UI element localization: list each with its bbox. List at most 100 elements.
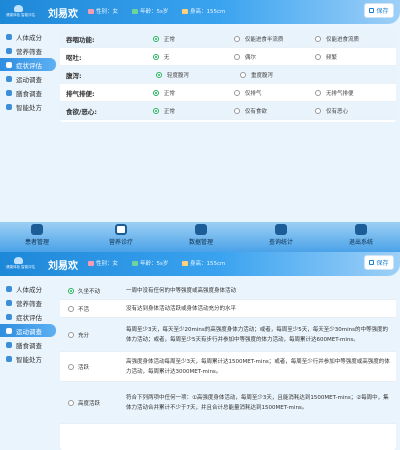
radio-button[interactable] [68, 363, 74, 370]
height-field: 身高：155cm [182, 7, 225, 15]
nav-label: 患者管理 [24, 239, 49, 246]
symptom-option[interactable]: 轻度腹泻 [156, 71, 240, 79]
patient-name: 刘易欢 [48, 261, 78, 272]
symptom-label: 食欲/恶心: [66, 107, 97, 116]
radio-button[interactable] [68, 305, 74, 312]
symptom-option[interactable]: 仅有恶心 [314, 107, 396, 115]
sidebar-item[interactable]: 营养筛查 [0, 44, 56, 57]
gender-field: 性别：女 [88, 7, 118, 15]
symptom-option[interactable]: 无 [152, 53, 234, 61]
symptom-option[interactable]: 仅能进食半流质 [233, 35, 315, 43]
sidebar-item[interactable]: 营养筛查 [0, 296, 56, 309]
symptom-option[interactable]: 仅有食欲 [233, 107, 315, 115]
activity-label: 久坐不动 [78, 288, 101, 295]
radio-button[interactable] [68, 399, 74, 406]
nav-item[interactable]: 营养诊疗 [96, 224, 146, 246]
option-label: 正常 [163, 90, 175, 97]
activity-option[interactable]: 不活 [60, 305, 116, 313]
logout-icon [355, 224, 367, 235]
sidebar-item[interactable]: 运动调查 [0, 72, 56, 85]
activity-label: 不活 [78, 306, 90, 313]
height-icon [182, 8, 188, 14]
sidebar-item[interactable]: 症状评估 [0, 58, 56, 71]
symptom-row: 呕吐: 无 偶尔 频繁 [60, 48, 396, 66]
radio-button[interactable] [156, 71, 162, 78]
activity-option[interactable]: 充分 [60, 331, 116, 339]
symptom-option[interactable]: 无排气排便 [314, 89, 396, 97]
nav-item[interactable]: 退出系统 [336, 224, 386, 246]
activity-level-list: 久坐不动 一周中没有任何的中等强度或高强度身体活动 不活 没有达到身体活动活跃或身体活… [60, 282, 396, 450]
data-icon [195, 224, 207, 235]
symptom-option[interactable]: 正常 [152, 89, 234, 97]
sidebar-item[interactable]: 智能处方 [0, 100, 56, 113]
save-button[interactable]: 保存 [364, 255, 394, 270]
option-label: 仅能进食流质 [325, 36, 359, 43]
symptom-option[interactable]: 仅排气 [233, 89, 315, 97]
save-button[interactable]: 保存 [364, 3, 394, 18]
activity-row: 久坐不动 一周中没有任何的中等强度或高强度身体活动 [60, 282, 396, 300]
height-icon [182, 260, 188, 266]
symptom-option[interactable]: 仅能进食流质 [314, 35, 396, 43]
prescription-icon [6, 103, 12, 110]
radio-button[interactable] [314, 107, 321, 114]
sidebar-item-label: 症状评估 [16, 61, 42, 70]
sidebar-item[interactable]: 膳食调查 [0, 338, 56, 351]
radio-button[interactable] [233, 53, 240, 60]
radio-button[interactable] [233, 89, 240, 96]
sidebar: 人体成分 营养筛查 症状评估 运动调查 膳食调查智能处方 [0, 282, 56, 366]
body-icon [6, 285, 12, 292]
symptom-row: 排气排便: 正常 仅排气 无排气排便 [60, 84, 396, 102]
radio-button[interactable] [233, 35, 240, 42]
symptom-row: 食欲/恶心: 正常 仅有食欲 仅有恶心 [60, 102, 396, 120]
nutrition-care-icon [115, 224, 127, 235]
edit-icon [369, 260, 375, 265]
sidebar: 人体成分 营养筛查症状评估运动调查膳食调查智能处方 [0, 30, 56, 114]
nav-item[interactable]: 数据管理 [176, 224, 226, 246]
app-logo: 健康体检 智能评估 [6, 5, 35, 19]
sidebar-item[interactable]: 运动调查 [0, 324, 56, 337]
radio-button[interactable] [152, 35, 159, 42]
activity-label: 高度活跃 [78, 400, 101, 407]
radio-button[interactable] [152, 53, 159, 60]
patient-icon [31, 224, 43, 235]
symptom-option[interactable]: 正常 [152, 35, 234, 43]
radio-button[interactable] [314, 89, 321, 96]
radio-button[interactable] [314, 53, 321, 60]
nav-item[interactable]: 患者管理 [12, 224, 62, 246]
radio-button[interactable] [233, 107, 240, 114]
activity-option[interactable]: 活跃 [60, 363, 116, 371]
activity-description: 每周至少3天，每天至少20mins的高强度身体力活动；或者，每周至少5天，每天至… [126, 326, 388, 343]
sidebar-item[interactable]: 智能处方 [0, 352, 56, 365]
nutrition-icon [6, 299, 12, 306]
top-header: 健康体检 智能评估 刘易欢 性别：女 年龄：5s岁 身高：155cm 保存 [0, 0, 400, 24]
radio-button[interactable] [68, 331, 74, 338]
sidebar-item-label: 智能处方 [16, 355, 42, 364]
nav-label: 查询统计 [268, 239, 293, 246]
radio-button[interactable] [68, 287, 74, 294]
activity-option[interactable]: 久坐不动 [60, 287, 116, 295]
sidebar-item[interactable]: 人体成分 [0, 282, 56, 295]
height-field: 身高：155cm [182, 259, 225, 267]
symptom-option[interactable]: 偶尔 [233, 53, 315, 61]
symptom-option[interactable]: 正常 [152, 107, 234, 115]
nav-item[interactable]: 查询统计 [256, 224, 306, 246]
symptom-option[interactable]: 重度腹泻 [240, 71, 324, 79]
radio-button[interactable] [240, 71, 246, 78]
sidebar-item[interactable]: 人体成分 [0, 30, 56, 43]
symptom-option[interactable]: 频繁 [314, 53, 396, 61]
radio-button[interactable] [152, 89, 159, 96]
sidebar-item[interactable]: 症状评估 [0, 310, 56, 323]
prescription-icon [6, 355, 12, 362]
option-label: 偶尔 [244, 54, 256, 61]
body-icon [6, 33, 12, 40]
sidebar-item-label: 膳食调查 [16, 89, 42, 98]
radio-button[interactable] [314, 35, 321, 42]
symptom-form: 吞咽功能: 正常 仅能进食半流质 仅能进食流质 呕吐: 无 偶尔 频繁 腹泻: 轻度腹泻 重度腹泻排… [60, 30, 396, 122]
activity-row: 不活 没有达到身体活动活跃或身体活动充分的水平 [60, 300, 396, 318]
exercise-screen: 健康体检 智能评估 刘易欢 性别：女 年龄：5s岁 身高：155cm 保存 人体… [0, 252, 400, 450]
sidebar-item-label: 智能处方 [16, 103, 42, 112]
top-header: 健康体检 智能评估 刘易欢 性别：女 年龄：5s岁 身高：155cm 保存 [0, 252, 400, 276]
radio-button[interactable] [152, 107, 159, 114]
sidebar-item[interactable]: 膳食调查 [0, 86, 56, 99]
activity-option[interactable]: 高度活跃 [60, 399, 116, 407]
